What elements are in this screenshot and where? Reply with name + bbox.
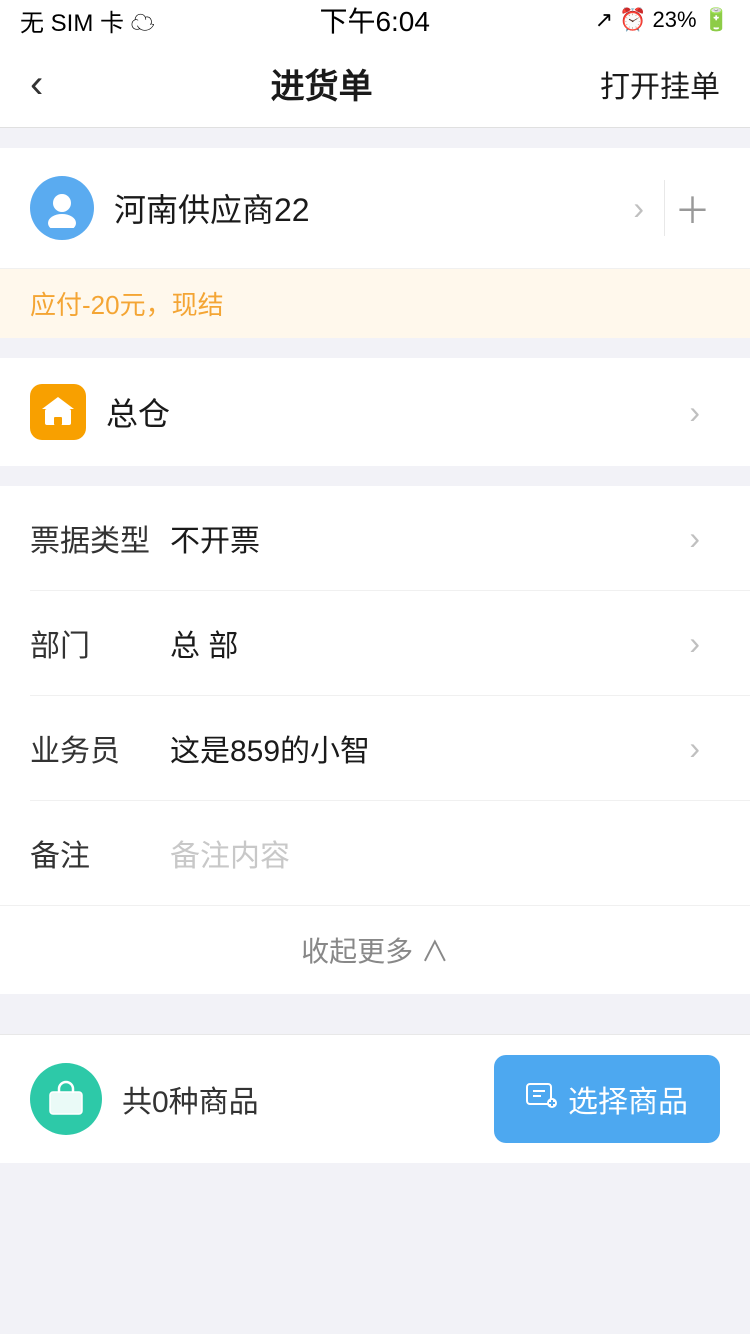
section-gap-4 <box>0 994 750 1014</box>
product-count-label: 共0种商品 <box>122 1077 494 1121</box>
notice-bar: 应付-20元，现结 <box>0 269 750 338</box>
salesperson-chevron: › <box>689 730 700 767</box>
status-left: 无 SIM 卡 ☁ <box>20 3 155 38</box>
page-title: 进货单 <box>271 59 373 108</box>
salesperson-row[interactable]: 业务员 这是859的小智 › <box>0 696 750 800</box>
invoice-type-label: 票据类型 <box>30 516 170 560</box>
notice-text: 应付-20元，现结 <box>30 290 224 320</box>
department-row[interactable]: 部门 总 部 › <box>0 591 750 695</box>
warehouse-chevron-icon: › <box>689 394 700 431</box>
add-supplier-button[interactable]: ＋ <box>664 180 720 236</box>
invoice-type-chevron: › <box>689 520 700 557</box>
warehouse-icon <box>30 384 86 440</box>
status-bar: 无 SIM 卡 ☁ 下午6:04 ↗ ⏰ 23% 🔋 <box>0 0 750 40</box>
supplier-name: 河南供应商22 <box>114 185 633 231</box>
select-product-button[interactable]: 选择商品 <box>494 1055 720 1143</box>
select-product-label: 选择商品 <box>568 1077 688 1121</box>
remark-row[interactable]: 备注 备注内容 <box>0 801 750 905</box>
warehouse-row[interactable]: 总仓 › <box>0 358 750 466</box>
chevron-right-icon: › <box>633 190 644 227</box>
alarm-icon: ⏰ <box>619 7 646 33</box>
nav-bar: ‹ 进货单 打开挂单 <box>0 40 750 128</box>
invoice-type-row[interactable]: 票据类型 不开票 › <box>0 486 750 590</box>
supplier-section: 河南供应商22 › ＋ 应付-20元，现结 <box>0 148 750 338</box>
battery-icon: 🔋 <box>703 7 730 33</box>
remark-label: 备注 <box>30 831 170 875</box>
battery-text: 23% <box>653 7 697 33</box>
salesperson-label: 业务员 <box>30 726 170 770</box>
section-gap-1 <box>0 128 750 148</box>
invoice-type-value: 不开票 <box>170 516 689 560</box>
signal-text: 无 SIM 卡 ☁ <box>20 3 155 38</box>
section-gap-2 <box>0 338 750 358</box>
bottom-bar: 共0种商品 选择商品 <box>0 1034 750 1163</box>
department-label: 部门 <box>30 621 170 665</box>
status-right: ↗ ⏰ 23% 🔋 <box>595 7 730 33</box>
department-value: 总 部 <box>170 621 689 665</box>
back-button[interactable]: ‹ <box>30 64 43 104</box>
warehouse-name: 总仓 <box>106 389 689 435</box>
product-icon <box>30 1063 102 1135</box>
department-chevron: › <box>689 625 700 662</box>
select-product-icon <box>526 1081 558 1117</box>
open-pending-button[interactable]: 打开挂单 <box>600 62 720 106</box>
status-time: 下午6:04 <box>319 0 430 40</box>
section-gap-3 <box>0 466 750 486</box>
collapse-row[interactable]: 收起更多 ∧ <box>0 905 750 994</box>
collapse-label[interactable]: 收起更多 ∧ <box>301 930 449 970</box>
location-icon: ↗ <box>595 7 613 33</box>
warehouse-section: 总仓 › <box>0 358 750 466</box>
form-section: 票据类型 不开票 › 部门 总 部 › 业务员 这是859的小智 › 备注 备注… <box>0 486 750 994</box>
supplier-avatar <box>30 176 94 240</box>
remark-value[interactable]: 备注内容 <box>170 831 720 875</box>
salesperson-value: 这是859的小智 <box>170 726 689 770</box>
supplier-row[interactable]: 河南供应商22 › ＋ <box>0 148 750 269</box>
